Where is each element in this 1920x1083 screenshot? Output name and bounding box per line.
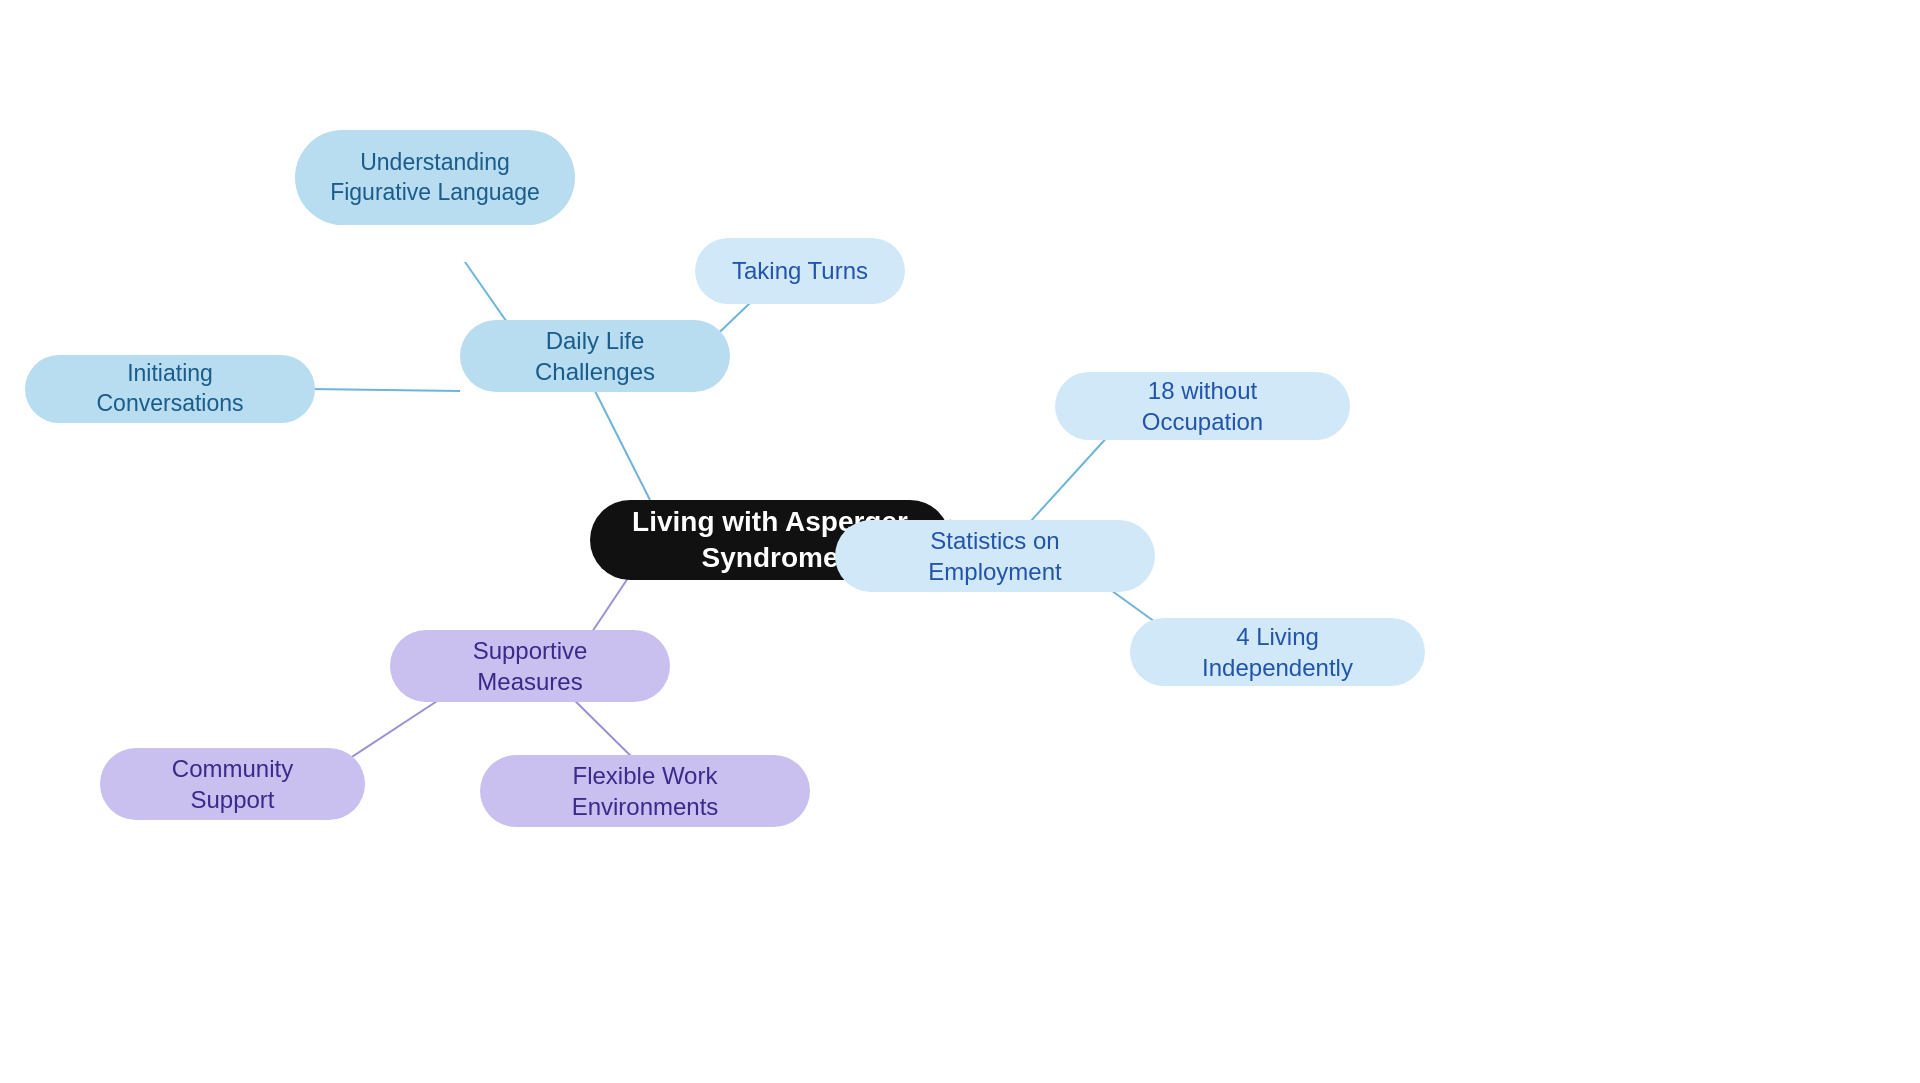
statistics-employment-node[interactable]: Statistics on Employment <box>835 520 1155 592</box>
supportive-measures-node[interactable]: Supportive Measures <box>390 630 670 702</box>
svg-line-0 <box>595 391 650 500</box>
living-independently-node[interactable]: 4 Living Independently <box>1130 618 1425 686</box>
initiating-conversations-node[interactable]: Initiating Conversations <box>25 355 315 423</box>
flexible-work-node[interactable]: Flexible Work Environments <box>480 755 810 827</box>
taking-turns-node[interactable]: Taking Turns <box>695 238 905 304</box>
without-occupation-node[interactable]: 18 without Occupation <box>1055 372 1350 440</box>
svg-line-3 <box>310 389 460 391</box>
understanding-figurative-node[interactable]: Understanding Figurative Language <box>295 130 575 225</box>
community-support-node[interactable]: Community Support <box>100 748 365 820</box>
daily-life-challenges-node[interactable]: Daily Life Challenges <box>460 320 730 392</box>
